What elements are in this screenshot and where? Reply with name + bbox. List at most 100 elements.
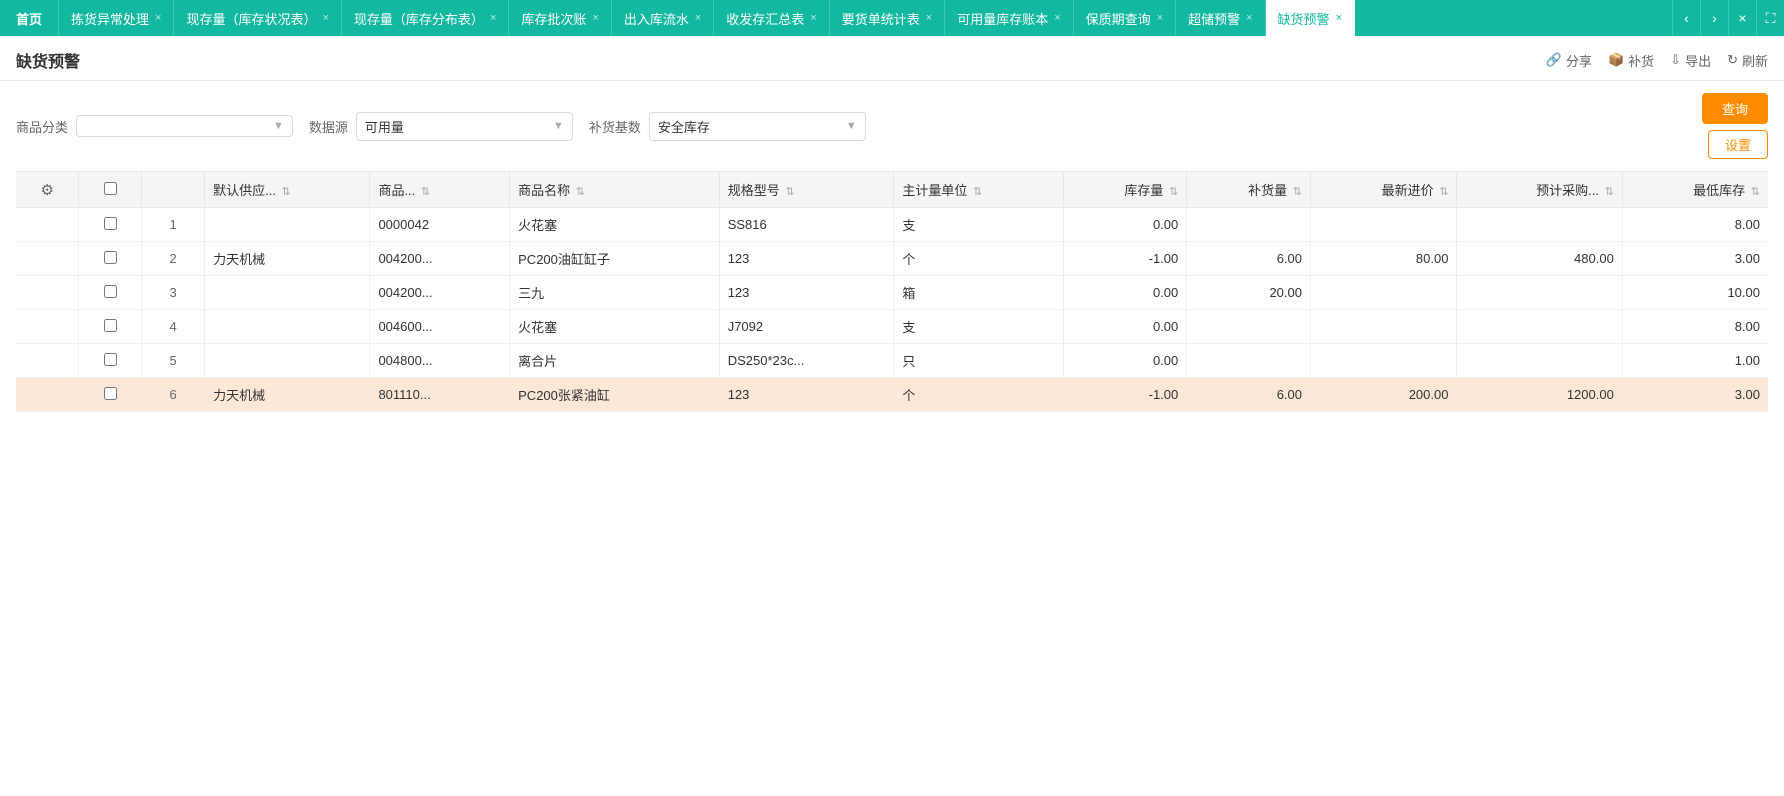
select-all-checkbox[interactable] [104, 182, 117, 195]
refresh-button[interactable]: ↻ 刷新 [1727, 51, 1768, 70]
row-check-cell[interactable] [79, 276, 142, 310]
settings-button[interactable]: 设置 [1708, 130, 1768, 159]
tab-overstock[interactable]: 超储预警 × [1176, 0, 1265, 36]
sort-icon: ⇅ [1751, 186, 1760, 198]
datasource-select[interactable]: 可用量 ▼ [356, 112, 573, 141]
nav-close-button[interactable]: × [1728, 0, 1756, 36]
tab-batch[interactable]: 库存批次账 × [509, 0, 611, 36]
replen-base-label: 补货基数 [589, 117, 641, 136]
row-check-cell[interactable] [79, 344, 142, 378]
close-icon[interactable]: × [1336, 12, 1342, 24]
export-icon: ⇩ [1670, 52, 1681, 68]
close-icon[interactable]: × [322, 12, 328, 24]
col-header-price[interactable]: 最新进价 ⇅ [1311, 172, 1457, 208]
col-header-name[interactable]: 商品名称 ⇅ [510, 172, 720, 208]
category-select[interactable]: ▼ [76, 115, 293, 137]
tab-home[interactable]: 首页 [0, 0, 59, 36]
table-row: 2 力天机械 004200... PC200油缸缸子 123 个 -1.00 6… [16, 242, 1768, 276]
col-header-gear[interactable]: ⚙ [16, 172, 79, 208]
refresh-label: 刷新 [1742, 51, 1768, 70]
close-icon[interactable]: × [1157, 12, 1163, 24]
tab-summary[interactable]: 收发存汇总表 × [714, 0, 829, 36]
close-icon[interactable]: × [695, 12, 701, 24]
row-num-cell: 3 [142, 276, 205, 310]
row-check-cell[interactable] [79, 208, 142, 242]
close-icon[interactable]: × [592, 12, 598, 24]
row-check-cell[interactable] [79, 242, 142, 276]
sort-icon: ⇅ [1439, 186, 1448, 198]
row-checkbox[interactable] [104, 319, 117, 332]
close-icon[interactable]: × [926, 12, 932, 24]
query-button[interactable]: 查询 [1702, 93, 1768, 124]
row-min-cell: 3.00 [1622, 242, 1768, 276]
tab-label: 出入库流水 [624, 9, 689, 28]
row-name-cell: 火花塞 [510, 208, 720, 242]
replenish-button[interactable]: 📦 补货 [1608, 51, 1654, 70]
gear-icon[interactable]: ⚙ [40, 182, 53, 199]
row-est-cell: 480.00 [1457, 242, 1622, 276]
row-spec-cell: J7092 [719, 310, 894, 344]
tab-label: 可用量库存账本 [957, 9, 1048, 28]
nav-next-button[interactable]: › [1700, 0, 1728, 36]
row-unit-cell: 个 [894, 242, 1063, 276]
tab-demand[interactable]: 要货单统计表 × [830, 0, 945, 36]
col-header-spec[interactable]: 规格型号 ⇅ [719, 172, 894, 208]
row-replen-cell [1187, 310, 1311, 344]
replenish-label: 补货 [1628, 51, 1654, 70]
col-supplier-label: 默认供应... [213, 183, 276, 198]
nav-prev-button[interactable]: ‹ [1672, 0, 1700, 36]
tab-inventory-status[interactable]: 现存量（库存状况表） × [174, 0, 341, 36]
row-supplier-cell [205, 208, 370, 242]
row-supplier-cell: 力天机械 [205, 242, 370, 276]
top-nav: 首页 拣货异常处理 × 现存量（库存状况表） × 现存量（库存分布表） × 库存… [0, 0, 1784, 36]
col-header-code[interactable]: 商品... ⇅ [370, 172, 510, 208]
col-header-supplier[interactable]: 默认供应... ⇅ [205, 172, 370, 208]
chevron-down-icon: ▼ [846, 120, 857, 132]
chevron-down-icon: ▼ [553, 120, 564, 132]
row-code-cell: 004200... [370, 242, 510, 276]
row-price-cell [1311, 208, 1457, 242]
col-header-unit[interactable]: 主计量单位 ⇅ [894, 172, 1063, 208]
category-label: 商品分类 [16, 117, 68, 136]
row-supplier-cell [205, 276, 370, 310]
col-header-est[interactable]: 预计采购... ⇅ [1457, 172, 1622, 208]
tab-pick-exception[interactable]: 拣货异常处理 × [59, 0, 174, 36]
tab-shortage[interactable]: 缺货预警 × [1266, 0, 1355, 36]
nav-fullscreen-button[interactable]: ⛶ [1756, 0, 1784, 36]
tab-inventory-dist[interactable]: 现存量（库存分布表） × [342, 0, 509, 36]
row-check-cell[interactable] [79, 378, 142, 412]
row-stock-cell: 0.00 [1063, 276, 1187, 310]
row-gear-cell [16, 344, 79, 378]
row-checkbox[interactable] [104, 387, 117, 400]
row-spec-cell: DS250*23c... [719, 344, 894, 378]
category-filter-group: 商品分类 ▼ [16, 115, 293, 137]
col-spec-label: 规格型号 [728, 183, 780, 198]
tab-label: 保质期查询 [1086, 9, 1151, 28]
col-header-stock[interactable]: 库存量 ⇅ [1063, 172, 1187, 208]
replen-base-value: 安全库存 [658, 117, 838, 136]
row-checkbox[interactable] [104, 353, 117, 366]
tab-expiry[interactable]: 保质期查询 × [1074, 0, 1176, 36]
row-checkbox[interactable] [104, 217, 117, 230]
col-est-label: 预计采购... [1536, 183, 1599, 198]
row-min-cell: 10.00 [1622, 276, 1768, 310]
close-icon[interactable]: × [1246, 12, 1252, 24]
row-name-cell: 三九 [510, 276, 720, 310]
close-icon[interactable]: × [1054, 12, 1060, 24]
row-checkbox[interactable] [104, 285, 117, 298]
close-icon[interactable]: × [490, 12, 496, 24]
tab-inout[interactable]: 出入库流水 × [612, 0, 714, 36]
col-header-check [79, 172, 142, 208]
export-button[interactable]: ⇩ 导出 [1670, 51, 1711, 70]
replen-base-select[interactable]: 安全库存 ▼ [649, 112, 866, 141]
row-num-cell: 5 [142, 344, 205, 378]
close-icon[interactable]: × [155, 12, 161, 24]
tab-available[interactable]: 可用量库存账本 × [945, 0, 1073, 36]
share-button[interactable]: 🔗 分享 [1546, 51, 1592, 70]
col-header-min[interactable]: 最低库存 ⇅ [1622, 172, 1768, 208]
row-name-cell: 火花塞 [510, 310, 720, 344]
col-header-replen[interactable]: 补货量 ⇅ [1187, 172, 1311, 208]
row-check-cell[interactable] [79, 310, 142, 344]
row-checkbox[interactable] [104, 251, 117, 264]
close-icon[interactable]: × [810, 12, 816, 24]
